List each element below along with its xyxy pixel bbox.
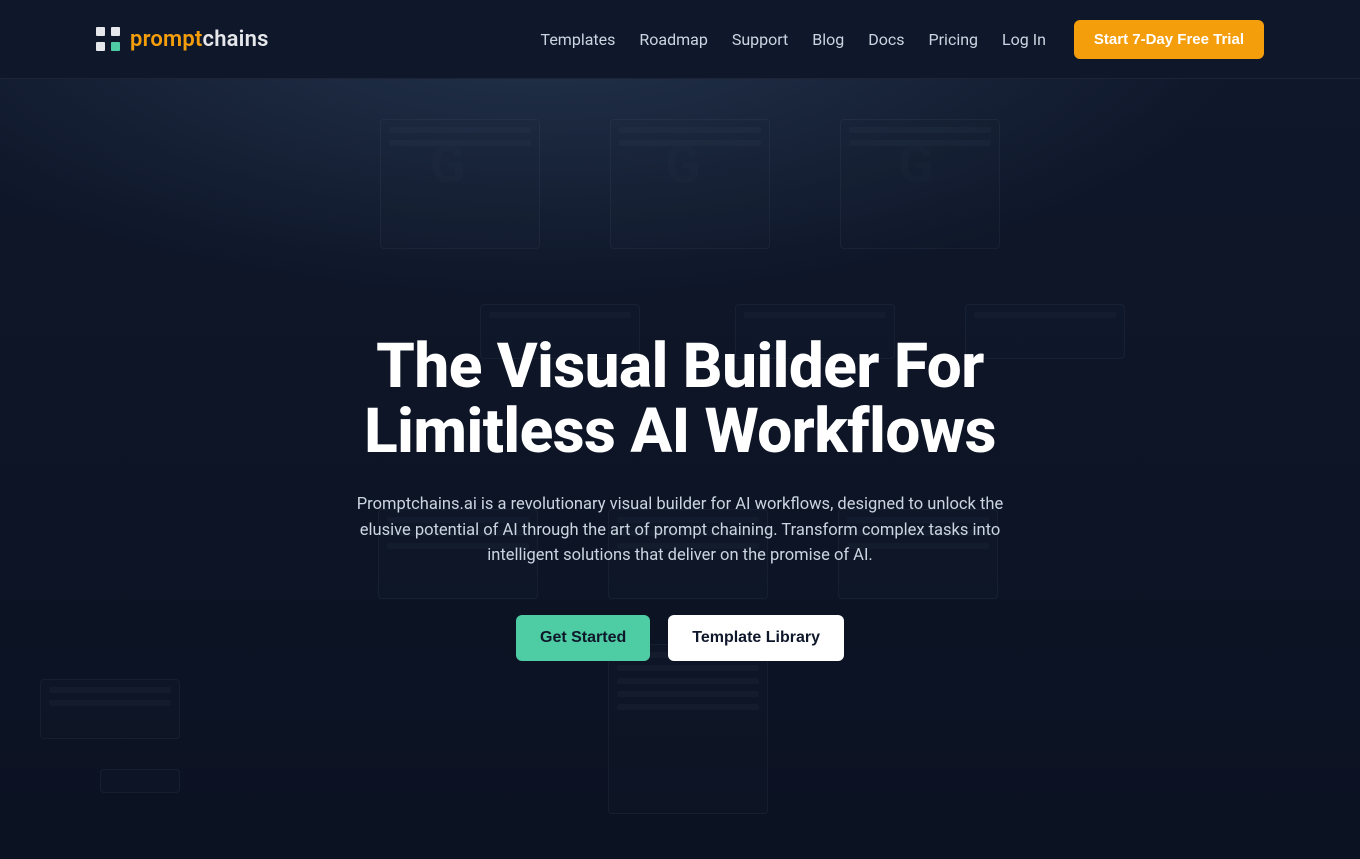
site-header: promptchains Templates Roadmap Support B… — [0, 0, 1360, 79]
logo[interactable]: promptchains — [96, 27, 269, 52]
hero-title-line2: Limitless AI Workflows — [364, 395, 996, 468]
nav-link-pricing[interactable]: Pricing — [929, 30, 979, 49]
nav-link-blog[interactable]: Blog — [812, 30, 844, 49]
hero-subtitle: Promptchains.ai is a revolutionary visua… — [330, 492, 1030, 569]
logo-mark-icon — [96, 27, 120, 51]
template-library-button[interactable]: Template Library — [668, 615, 844, 661]
nav-link-templates[interactable]: Templates — [541, 30, 616, 49]
hero-buttons: Get Started Template Library — [516, 615, 844, 661]
nav-link-docs[interactable]: Docs — [868, 30, 904, 49]
logo-text: promptchains — [130, 27, 269, 52]
hero-content: The Visual Builder For Limitless AI Work… — [0, 79, 1360, 859]
hero-title: The Visual Builder For Limitless AI Work… — [364, 334, 996, 464]
logo-text-part2: chains — [203, 27, 269, 52]
nav-link-support[interactable]: Support — [732, 30, 788, 49]
nav-link-login[interactable]: Log In — [1002, 30, 1046, 49]
logo-text-part1: prompt — [130, 27, 203, 52]
get-started-button[interactable]: Get Started — [516, 615, 650, 661]
start-trial-button[interactable]: Start 7-Day Free Trial — [1074, 20, 1264, 59]
hero-title-line1: The Visual Builder For — [376, 330, 984, 403]
main-nav: Templates Roadmap Support Blog Docs Pric… — [541, 20, 1264, 59]
hero-section: G G G The Visual Builder For Limitless A… — [0, 79, 1360, 859]
nav-link-roadmap[interactable]: Roadmap — [639, 30, 707, 49]
